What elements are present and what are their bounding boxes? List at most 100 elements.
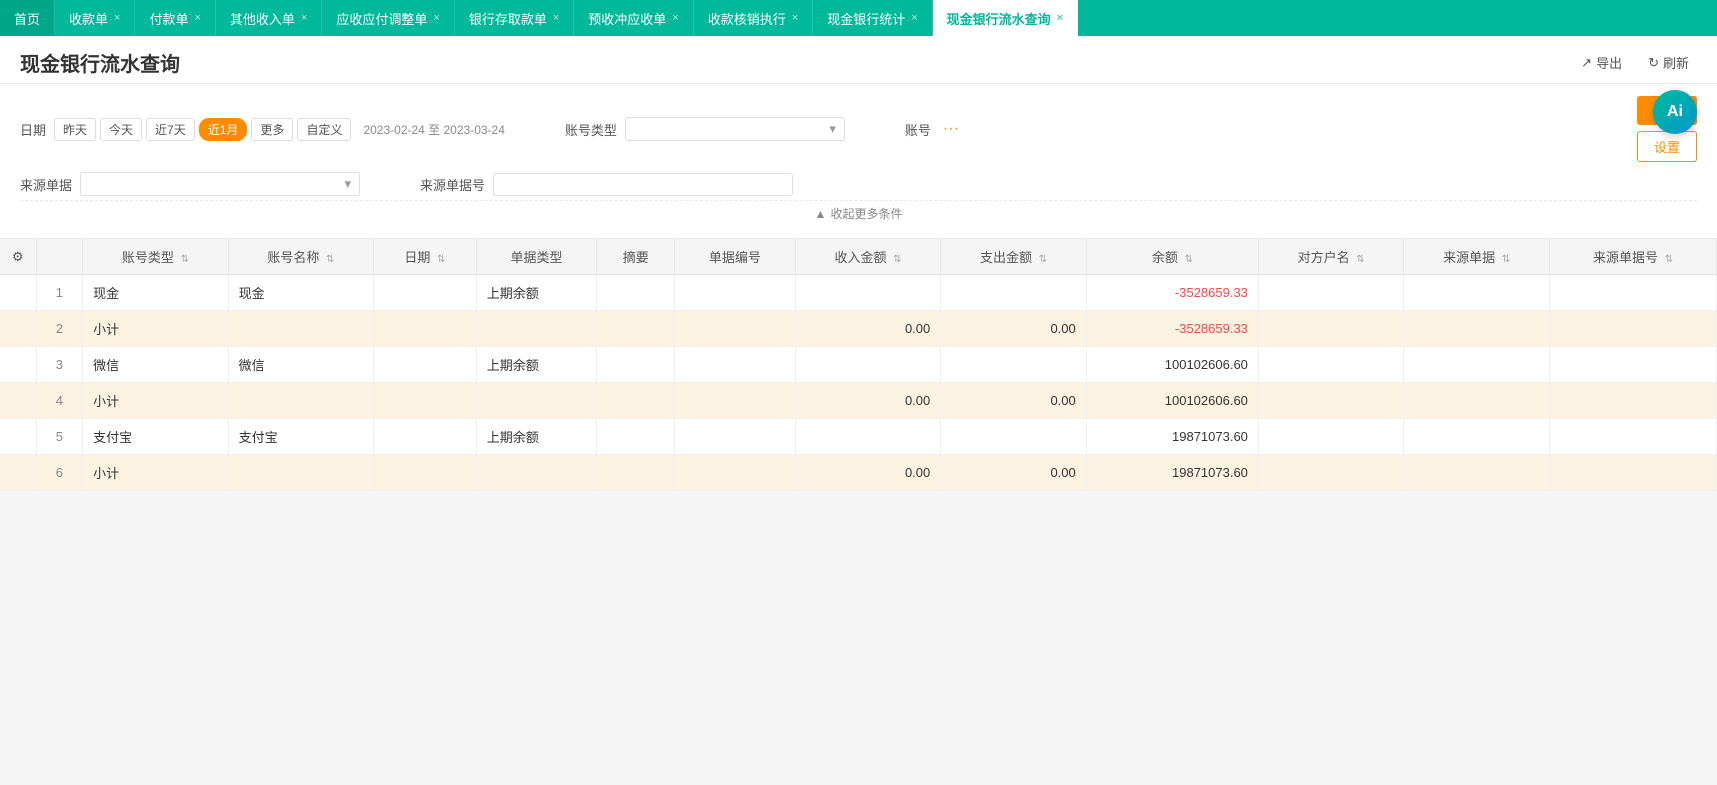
column-date[interactable]: 日期 ⇅ [374, 239, 477, 275]
row-cell-source-doc-no [1549, 419, 1716, 455]
row-cell-index: 6 [36, 455, 83, 491]
row-cell-index: 5 [36, 419, 83, 455]
row-cell-source-doc-no [1549, 347, 1716, 383]
row-cell-account-type: 微信 [83, 347, 229, 383]
row-cell-doc-type [476, 311, 597, 347]
column-account-name[interactable]: 账号名称 ⇅ [228, 239, 374, 275]
column-gear[interactable]: ⚙ [0, 239, 36, 275]
refresh-button[interactable]: ↻ 刷新 [1640, 49, 1697, 76]
close-icon[interactable]: × [792, 12, 798, 24]
date-range-display: 2023-02-24 至 2023-03-24 [363, 121, 504, 138]
nav-tab-receipt-verify[interactable]: 收款核销执行 × [694, 0, 813, 36]
header-actions: ↗ 导出 ↻ 刷新 [1573, 49, 1697, 76]
row-cell-doc-type: 上期余额 [476, 419, 597, 455]
row-cell-balance: 100102606.60 [1086, 383, 1258, 419]
date-btn-7days[interactable]: 近7天 [146, 118, 195, 141]
row-cell-doc-no [675, 347, 796, 383]
column-expense[interactable]: 支出金额 ⇅ [941, 239, 1087, 275]
chevron-down-icon: ▾ [344, 176, 351, 192]
row-cell-source-doc [1404, 275, 1550, 311]
row-cell-doc-no [675, 275, 796, 311]
column-income[interactable]: 收入金额 ⇅ [795, 239, 941, 275]
row-cell-gear [0, 455, 36, 491]
row-cell-counterparty [1258, 311, 1404, 347]
row-cell-account-name [228, 311, 374, 347]
table-row[interactable]: 6 小计 0.00 0.00 19871073.60 [0, 455, 1717, 491]
row-cell-account-name: 支付宝 [228, 419, 374, 455]
row-cell-counterparty [1258, 347, 1404, 383]
date-btn-yesterday[interactable]: 昨天 [54, 118, 96, 141]
close-icon[interactable]: × [301, 12, 307, 24]
close-icon[interactable]: × [672, 12, 678, 24]
row-cell-income: 0.00 [795, 311, 941, 347]
sort-icon: ⇅ [437, 254, 445, 265]
filter-area: 日期 昨天 今天 近7天 近1月 更多 自定义 2023-02-24 至 202… [0, 84, 1717, 239]
nav-tab-cash-stat[interactable]: 现金银行统计 × [813, 0, 932, 36]
sort-icon: ⇅ [1356, 254, 1364, 265]
row-cell-summary [597, 311, 675, 347]
close-icon[interactable]: × [114, 12, 120, 24]
row-cell-index: 4 [36, 383, 83, 419]
source-doc-num-label: 来源单据号 [420, 175, 485, 194]
row-cell-balance: 19871073.60 [1086, 455, 1258, 491]
column-source-doc[interactable]: 来源单据 ⇅ [1404, 239, 1550, 275]
column-counterparty[interactable]: 对方户名 ⇅ [1258, 239, 1404, 275]
chevron-down-icon: ▾ [829, 121, 836, 137]
ai-assistant-button[interactable]: Ai [1653, 90, 1697, 134]
row-cell-income [795, 347, 941, 383]
row-cell-balance: -3528659.33 [1086, 275, 1258, 311]
source-doc-num-input[interactable] [493, 173, 793, 196]
close-icon[interactable]: × [911, 12, 917, 24]
export-icon: ↗ [1581, 55, 1592, 71]
source-doc-label: 来源单据 [20, 175, 72, 194]
account-more-button[interactable]: ··· [939, 120, 963, 138]
nav-tab-cash-flow[interactable]: 现金银行流水查询 × [933, 0, 1078, 36]
export-button[interactable]: ↗ 导出 [1573, 49, 1630, 76]
table-row[interactable]: 2 小计 0.00 0.00 -3528659.33 [0, 311, 1717, 347]
row-cell-date [374, 419, 477, 455]
table-row[interactable]: 1 现金 现金 上期余额 -3528659.33 [0, 275, 1717, 311]
row-cell-account-name: 微信 [228, 347, 374, 383]
nav-tab-payment[interactable]: 付款单 × [135, 0, 215, 36]
nav-tab-prepay[interactable]: 预收冲应收单 × [574, 0, 693, 36]
date-filter-group: 日期 昨天 今天 近7天 近1月 更多 自定义 2023-02-24 至 202… [20, 118, 505, 141]
close-icon[interactable]: × [433, 12, 439, 24]
close-icon[interactable]: × [553, 12, 559, 24]
row-cell-date [374, 383, 477, 419]
date-btn-more[interactable]: 更多 [251, 118, 293, 141]
settings-button[interactable]: 设置 [1637, 131, 1697, 162]
sort-icon: ⇅ [326, 254, 334, 265]
row-cell-date [374, 455, 477, 491]
column-balance[interactable]: 余额 ⇅ [1086, 239, 1258, 275]
data-table: ⚙ 账号类型 ⇅ 账号名称 ⇅ 日期 ⇅ 单据类型 摘要 [0, 239, 1717, 491]
source-doc-select[interactable]: ▾ [80, 172, 360, 196]
nav-tab-bank-deposit[interactable]: 银行存取款单 × [455, 0, 574, 36]
close-icon[interactable]: × [1057, 12, 1063, 24]
collapse-bar[interactable]: ▲ 收起更多条件 [20, 200, 1697, 226]
row-cell-doc-type [476, 383, 597, 419]
filter-row-1: 日期 昨天 今天 近7天 近1月 更多 自定义 2023-02-24 至 202… [20, 96, 1697, 162]
date-btn-custom[interactable]: 自定义 [297, 118, 351, 141]
table-row[interactable]: 4 小计 0.00 0.00 100102606.60 [0, 383, 1717, 419]
column-account-type[interactable]: 账号类型 ⇅ [83, 239, 229, 275]
sort-icon: ⇅ [181, 254, 189, 265]
row-cell-balance: 19871073.60 [1086, 419, 1258, 455]
date-buttons: 昨天 今天 近7天 近1月 更多 自定义 [54, 118, 351, 141]
account-type-filter-group: 账号类型 ▾ [565, 117, 845, 141]
nav-tab-ar-ap-adjust[interactable]: 应收应付调整单 × [322, 0, 454, 36]
column-summary: 摘要 [597, 239, 675, 275]
nav-tab-receipt[interactable]: 收款单 × [55, 0, 135, 36]
nav-tab-other-income[interactable]: 其他收入单 × [216, 0, 322, 36]
column-doc-type: 单据类型 [476, 239, 597, 275]
column-source-doc-no[interactable]: 来源单据号 ⇅ [1549, 239, 1716, 275]
table-row[interactable]: 3 微信 微信 上期余额 100102606.60 [0, 347, 1717, 383]
row-cell-source-doc [1404, 347, 1550, 383]
date-btn-1month[interactable]: 近1月 [199, 118, 248, 141]
nav-tab-home[interactable]: 首页 [0, 0, 55, 36]
row-cell-index: 3 [36, 347, 83, 383]
row-cell-doc-type [476, 455, 597, 491]
account-type-select[interactable]: ▾ [625, 117, 845, 141]
date-btn-today[interactable]: 今天 [100, 118, 142, 141]
close-icon[interactable]: × [194, 12, 200, 24]
table-row[interactable]: 5 支付宝 支付宝 上期余额 19871073.60 [0, 419, 1717, 455]
